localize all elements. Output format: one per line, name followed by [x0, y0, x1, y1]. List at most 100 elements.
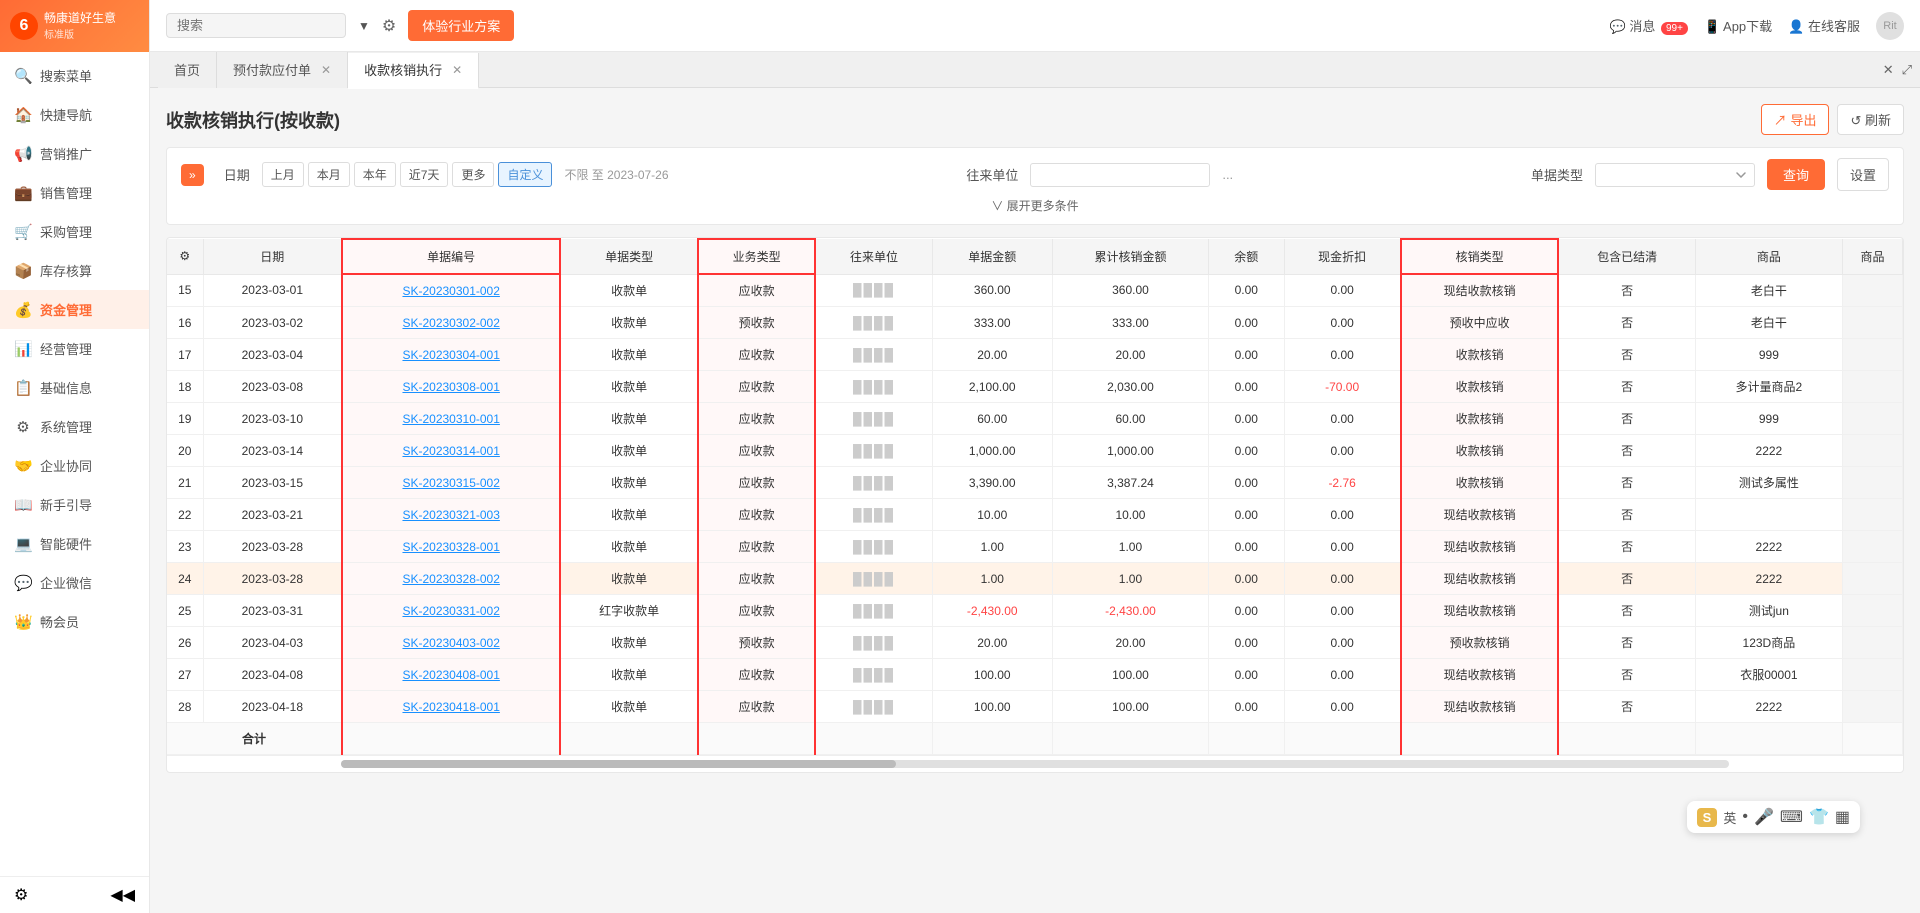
row-billno[interactable]: SK-20230328-001	[342, 531, 560, 563]
filter-more[interactable]: 更多	[452, 162, 494, 187]
row-billtype: 收款单	[560, 274, 698, 307]
row-balance: 0.00	[1209, 435, 1285, 467]
app-download-icon[interactable]: 📱 App下载	[1704, 16, 1772, 35]
row-no: 28	[167, 691, 203, 723]
online-service-icon[interactable]: 👤 在线客服	[1788, 16, 1860, 35]
filter-bill-type-select[interactable]	[1595, 163, 1755, 187]
query-button[interactable]: 查询	[1767, 159, 1825, 190]
table-row[interactable]: 212023-03-15SK-20230315-002收款单应收款████3,3…	[167, 467, 1903, 499]
filter-custom[interactable]: 自定义	[498, 162, 552, 187]
industry-solution-button[interactable]: 体验行业方案	[408, 10, 514, 41]
row-canceltype: 收款核销	[1401, 435, 1559, 467]
row-partner: ████	[815, 499, 932, 531]
sidebar-item-经营管理[interactable]: 📊经营管理	[0, 329, 149, 368]
row-billno[interactable]: SK-20230302-002	[342, 307, 560, 339]
row-cashdiscount: 0.00	[1284, 691, 1401, 723]
row-billno[interactable]: SK-20230321-003	[342, 499, 560, 531]
filter-7days[interactable]: 近7天	[400, 162, 449, 187]
export-button[interactable]: ↗ 导出	[1761, 104, 1830, 135]
row-billno[interactable]: SK-20230408-001	[342, 659, 560, 691]
row-billno[interactable]: SK-20230328-002	[342, 563, 560, 595]
table-row[interactable]: 272023-04-08SK-20230408-001收款单应收款████100…	[167, 659, 1903, 691]
row-partner: ████	[815, 307, 932, 339]
sidebar-item-采购管理[interactable]: 🛒采购管理	[0, 212, 149, 251]
row-balance: 0.00	[1209, 371, 1285, 403]
row-billno[interactable]: SK-20230418-001	[342, 691, 560, 723]
tab-expand-icon[interactable]: ⤢	[1902, 62, 1912, 78]
sidebar-item-新手引导[interactable]: 📖新手引导	[0, 485, 149, 524]
refresh-button[interactable]: ↺ 刷新	[1837, 104, 1904, 135]
sidebar-item-智能硬件[interactable]: 💻智能硬件	[0, 524, 149, 563]
filter-this-year[interactable]: 本年	[354, 162, 396, 187]
tab-prepayment[interactable]: 预付款应付单 ✕	[217, 52, 348, 88]
filter-bill-type-label: 单据类型	[1531, 165, 1583, 184]
row-billno[interactable]: SK-20230315-002	[342, 467, 560, 499]
messages-icon[interactable]: 💬 消息 99+	[1610, 16, 1688, 35]
row-canceltype: 现结收款核销	[1401, 691, 1559, 723]
table-row[interactable]: 202023-03-14SK-20230314-001收款单应收款████1,0…	[167, 435, 1903, 467]
sidebar-icon: 🛒	[14, 223, 32, 241]
filter-date-label: 日期	[224, 165, 250, 184]
tab-prepayment-close[interactable]: ✕	[321, 63, 331, 77]
tab-close-all-icon[interactable]: ✕	[1883, 62, 1894, 78]
row-cashdiscount: 0.00	[1284, 307, 1401, 339]
sidebar-item-销售管理[interactable]: 💼销售管理	[0, 173, 149, 212]
filter-this-month[interactable]: 本月	[308, 162, 350, 187]
table-row[interactable]: 282023-04-18SK-20230418-001收款单应收款████100…	[167, 691, 1903, 723]
search-input[interactable]	[166, 13, 346, 38]
row-goods2	[1843, 691, 1903, 723]
row-billno[interactable]: SK-20230403-002	[342, 627, 560, 659]
row-no: 15	[167, 274, 203, 307]
row-billno[interactable]: SK-20230308-001	[342, 371, 560, 403]
row-biztype: 应收款	[698, 499, 816, 531]
table-row[interactable]: 262023-04-03SK-20230403-002收款单预收款████20.…	[167, 627, 1903, 659]
sidebar-item-畅会员[interactable]: 👑畅会员	[0, 602, 149, 641]
sidebar-item-资金管理[interactable]: 💰资金管理	[0, 290, 149, 329]
table-row[interactable]: 232023-03-28SK-20230328-001收款单应收款████1.0…	[167, 531, 1903, 563]
tab-home[interactable]: 首页	[158, 52, 217, 88]
table-row[interactable]: 182023-03-08SK-20230308-001收款单应收款████2,1…	[167, 371, 1903, 403]
filter-partner-input[interactable]	[1030, 163, 1210, 187]
topbar-gear-icon[interactable]: ⚙	[382, 16, 396, 36]
settings-icon[interactable]: ⚙	[14, 885, 28, 905]
sidebar-item-系统管理[interactable]: ⚙系统管理	[0, 407, 149, 446]
table-container: ⚙ 日期 单据编号 单据类型 业务类型 往来单位 单据金额 累计核销金额 余额 …	[166, 237, 1904, 773]
filter-expand-button[interactable]: »	[181, 164, 204, 186]
tab-collection-close[interactable]: ✕	[452, 63, 462, 77]
row-cancelamount: -2,430.00	[1052, 595, 1208, 627]
sidebar-item-基础信息[interactable]: 📋基础信息	[0, 368, 149, 407]
sidebar-item-快捷导航[interactable]: 🏠快捷导航	[0, 95, 149, 134]
row-billno[interactable]: SK-20230310-001	[342, 403, 560, 435]
tab-collection[interactable]: 收款核销执行 ✕	[348, 53, 479, 89]
table-row[interactable]: 152023-03-01SK-20230301-002收款单应收款████360…	[167, 274, 1903, 307]
filter-settings-button[interactable]: 设置	[1837, 158, 1889, 191]
row-amount: 100.00	[932, 691, 1052, 723]
row-billno[interactable]: SK-20230331-002	[342, 595, 560, 627]
user-avatar[interactable]: Rit	[1876, 12, 1904, 40]
table-row[interactable]: 252023-03-31SK-20230331-002红字收款单应收款████-…	[167, 595, 1903, 627]
row-billno[interactable]: SK-20230304-001	[342, 339, 560, 371]
sidebar-item-搜索菜单[interactable]: 🔍搜索菜单	[0, 56, 149, 95]
row-canceltype: 收款核销	[1401, 403, 1559, 435]
row-no: 17	[167, 339, 203, 371]
table-row[interactable]: 222023-03-21SK-20230321-003收款单应收款████10.…	[167, 499, 1903, 531]
sidebar-item-库存核算[interactable]: 📦库存核算	[0, 251, 149, 290]
filter-expand-more[interactable]: ∨ 展开更多条件	[181, 197, 1889, 214]
table-row[interactable]: 242023-03-28SK-20230328-002收款单应收款████1.0…	[167, 563, 1903, 595]
row-goods1: 衣服00001	[1695, 659, 1842, 691]
filter-last-month[interactable]: 上月	[262, 162, 304, 187]
table-row[interactable]: 192023-03-10SK-20230310-001收款单应收款████60.…	[167, 403, 1903, 435]
sidebar-item-企业微信[interactable]: 💬企业微信	[0, 563, 149, 602]
sidebar-item-企业协同[interactable]: 🤝企业协同	[0, 446, 149, 485]
page-content: 收款核销执行(按收款) ↗ 导出 ↺ 刷新 » 日期 上月 本月	[150, 88, 1920, 913]
sidebar-item-营销推广[interactable]: 📢营销推广	[0, 134, 149, 173]
row-billno[interactable]: SK-20230301-002	[342, 274, 560, 307]
collapse-icon[interactable]: ◀◀	[110, 885, 135, 905]
table-row[interactable]: 172023-03-04SK-20230304-001收款单应收款████20.…	[167, 339, 1903, 371]
row-canceltype: 收款核销	[1401, 371, 1559, 403]
table-row[interactable]: 162023-03-02SK-20230302-002收款单预收款████333…	[167, 307, 1903, 339]
row-cancelamount: 20.00	[1052, 339, 1208, 371]
col-cashdiscount-header: 现金折扣	[1284, 239, 1401, 274]
topbar-dropdown-icon[interactable]: ▼	[358, 19, 370, 33]
row-billno[interactable]: SK-20230314-001	[342, 435, 560, 467]
